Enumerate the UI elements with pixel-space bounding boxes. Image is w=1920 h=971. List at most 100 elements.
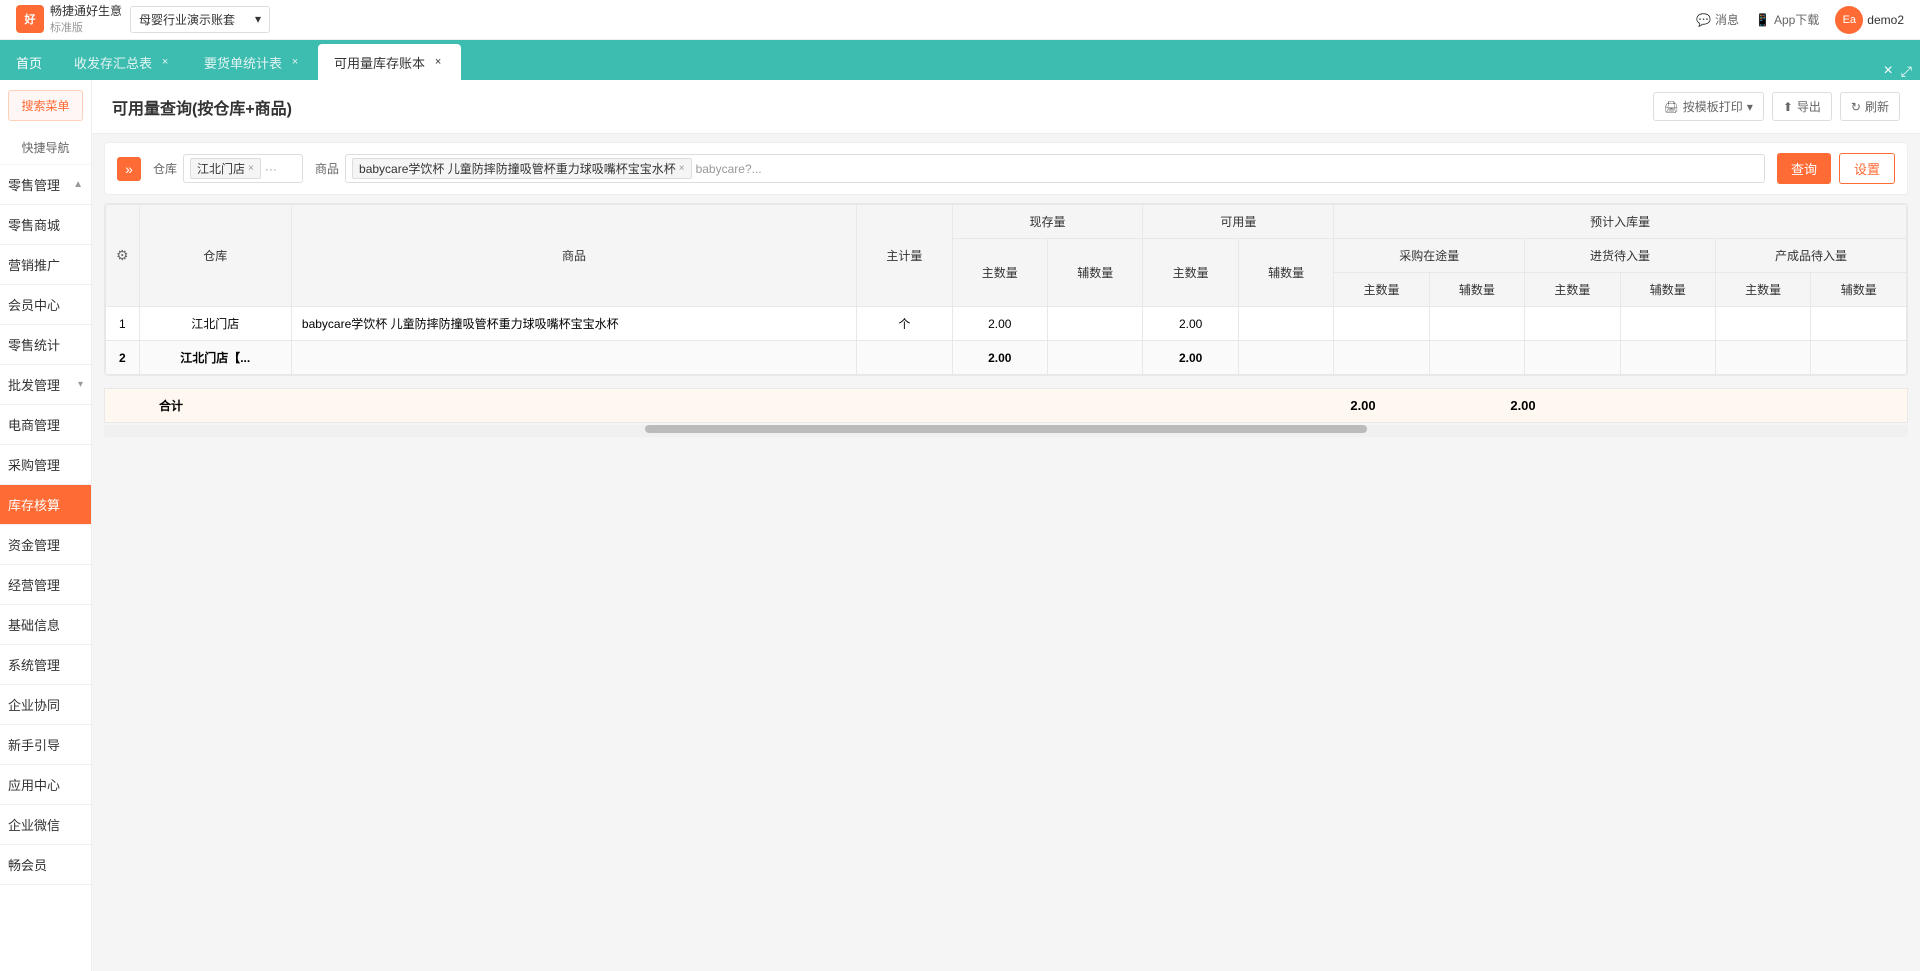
warehouse-tag-close[interactable]: ×: [248, 163, 254, 174]
col-stock-main-header: 主数量: [952, 239, 1047, 307]
warehouse-filter-input[interactable]: 江北门店 × ···: [183, 154, 303, 183]
sidebar-item-newbie-label: 新手引导: [8, 735, 60, 754]
tab-receive-label: 收发存汇总表: [74, 53, 152, 72]
warehouse-filter-ellipsis[interactable]: ···: [265, 162, 277, 176]
col-available-header: 可用量: [1143, 205, 1334, 239]
sidebar-item-finance-section: 资金管理: [0, 525, 91, 565]
row1-available-aux: [1238, 307, 1333, 341]
query-btn[interactable]: 查询: [1777, 153, 1831, 184]
brand-logo: 好 畅捷通好生意 标准版: [16, 4, 122, 34]
sidebar-item-inventory[interactable]: 库存核算: [0, 485, 91, 524]
col-available-main-header: 主数量: [1143, 239, 1238, 307]
top-bar-left: 好 畅捷通好生意 标准版 母婴行业演示账套 ▾: [16, 4, 270, 34]
print-icon: 🖨: [1664, 100, 1679, 114]
quick-nav-section: 快捷导航: [0, 131, 91, 165]
refresh-icon: ↻: [1851, 100, 1861, 114]
sidebar-item-operation-section: 经营管理: [0, 565, 91, 605]
close-all-icon[interactable]: ×: [1883, 62, 1892, 80]
row2-pt-main: [1334, 341, 1429, 375]
row2-num: 2: [106, 341, 140, 375]
tab-order-label: 要货单统计表: [204, 53, 282, 72]
export-label: 导出: [1797, 98, 1821, 115]
sidebar-search-section: 搜索菜单: [0, 80, 91, 131]
sidebar-item-system[interactable]: 系统管理: [0, 645, 91, 684]
sidebar-item-members-section: 会员中心: [0, 285, 91, 325]
sidebar-item-membership[interactable]: 畅会员: [0, 845, 91, 884]
product-filter-input[interactable]: babycare学饮杯 儿童防摔防撞吸管杯重力球吸嘴杯宝宝水杯 × babyca…: [345, 154, 1765, 183]
product-tag-close[interactable]: ×: [679, 163, 685, 174]
search-menu-btn[interactable]: 搜索菜单: [8, 90, 83, 121]
row2-stock-aux: [1048, 341, 1143, 375]
horizontal-scrollbar[interactable]: [104, 425, 1908, 437]
sidebar-item-ecommerce[interactable]: 电商管理: [0, 405, 91, 444]
row1-prod-main: [1715, 307, 1810, 341]
sidebar-item-appcenter[interactable]: 应用中心: [0, 765, 91, 804]
sidebar-item-basic-info[interactable]: 基础信息: [0, 605, 91, 644]
tab-receive-close[interactable]: ×: [158, 55, 172, 69]
col-purchase-pending-header: 进货待入量: [1525, 239, 1716, 273]
sidebar-item-wholesale[interactable]: 批发管理 ▾: [0, 365, 91, 404]
col-warehouse-header: 仓库: [139, 205, 291, 307]
tab-order-close[interactable]: ×: [288, 55, 302, 69]
quick-nav-label[interactable]: 快捷导航: [8, 139, 83, 156]
table-settings-icon[interactable]: ⚙: [116, 247, 129, 263]
export-btn[interactable]: ⬆ 导出: [1772, 92, 1832, 121]
tab-receive-summary[interactable]: 收发存汇总表 ×: [58, 44, 188, 80]
sidebar-item-inventory-label: 库存核算: [8, 495, 60, 514]
sidebar: 搜索菜单 快捷导航 零售管理 ▲ 零售商城 营销推广 会员中心: [0, 80, 92, 971]
content-area: 可用量查询(按仓库+商品) 🖨 按模板打印 ▾ ⬆ 导出 ↻ 刷新: [92, 80, 1920, 971]
page-title: 可用量查询(按仓库+商品): [112, 95, 292, 119]
sidebar-item-marketing[interactable]: 营销推广: [0, 245, 91, 284]
brand-text-block: 畅捷通好生意 标准版: [50, 4, 122, 34]
tab-end-actions: × ⤢: [1883, 62, 1920, 80]
message-label: 消息: [1715, 11, 1739, 28]
tab-order-stats[interactable]: 要货单统计表 ×: [188, 44, 318, 80]
sidebar-item-enterprise-label: 企业协同: [8, 695, 60, 714]
sidebar-item-newbie[interactable]: 新手引导: [0, 725, 91, 764]
tab-home-label: 首页: [16, 53, 42, 72]
filter-toggle-btn[interactable]: »: [117, 157, 141, 181]
app-icon: 📱: [1755, 13, 1770, 27]
tab-home[interactable]: 首页: [0, 44, 58, 80]
row1-unit: 个: [857, 307, 952, 341]
maximize-icon[interactable]: ⤢: [1901, 63, 1912, 80]
tab-available-inventory[interactable]: 可用量库存账本 ×: [318, 44, 461, 80]
sidebar-item-finance[interactable]: 资金管理: [0, 525, 91, 564]
col-pt-main-header: 主数量: [1334, 273, 1429, 307]
print-arrow-icon: ▾: [1747, 100, 1753, 114]
sidebar-item-membership-section: 畅会员: [0, 845, 91, 885]
sidebar-item-retail-stats[interactable]: 零售统计: [0, 325, 91, 364]
warehouse-filter-label: 仓库: [153, 160, 177, 177]
sidebar-item-retail-stats-label: 零售统计: [8, 335, 60, 354]
col-stock-aux-header: 辅数量: [1048, 239, 1143, 307]
warehouse-tag-label: 江北门店: [197, 160, 245, 177]
tab-available-close[interactable]: ×: [431, 55, 445, 69]
refresh-btn[interactable]: ↻ 刷新: [1840, 92, 1900, 121]
sidebar-item-operation[interactable]: 经营管理: [0, 565, 91, 604]
app-download-label: App下载: [1774, 11, 1819, 28]
row2-stock-main: 2.00: [952, 341, 1047, 375]
col-pp-main-header: 主数量: [1525, 273, 1620, 307]
avatar: Ea: [1835, 6, 1863, 34]
col-production-pending-header: 产成品待入量: [1715, 239, 1906, 273]
sidebar-item-retail-mgmt[interactable]: 零售管理 ▲: [0, 165, 91, 204]
avatar-text: Ea: [1843, 14, 1856, 26]
user-profile[interactable]: Ea demo2: [1835, 6, 1904, 34]
sidebar-item-finance-label: 资金管理: [8, 535, 60, 554]
sidebar-item-operation-label: 经营管理: [8, 575, 60, 594]
tab-available-label: 可用量库存账本: [334, 53, 425, 72]
sidebar-item-retail-mall[interactable]: 零售商城: [0, 205, 91, 244]
sidebar-item-members[interactable]: 会员中心: [0, 285, 91, 324]
sidebar-item-purchase[interactable]: 采购管理: [0, 445, 91, 484]
sidebar-item-wechat[interactable]: 企业微信: [0, 805, 91, 844]
sidebar-item-enterprise[interactable]: 企业协同: [0, 685, 91, 724]
scrollbar-thumb: [645, 425, 1367, 433]
app-download-btn[interactable]: 📱 App下载: [1755, 11, 1819, 28]
col-settings-header: ⚙: [106, 205, 140, 307]
settings-btn[interactable]: 设置: [1839, 153, 1895, 184]
sidebar-item-enterprise-section: 企业协同: [0, 685, 91, 725]
print-btn[interactable]: 🖨 按模板打印 ▾: [1653, 92, 1764, 121]
message-btn[interactable]: 💬 消息: [1696, 11, 1739, 28]
footer-label: 合计: [151, 397, 231, 414]
industry-select[interactable]: 母婴行业演示账套 ▾: [130, 6, 270, 33]
